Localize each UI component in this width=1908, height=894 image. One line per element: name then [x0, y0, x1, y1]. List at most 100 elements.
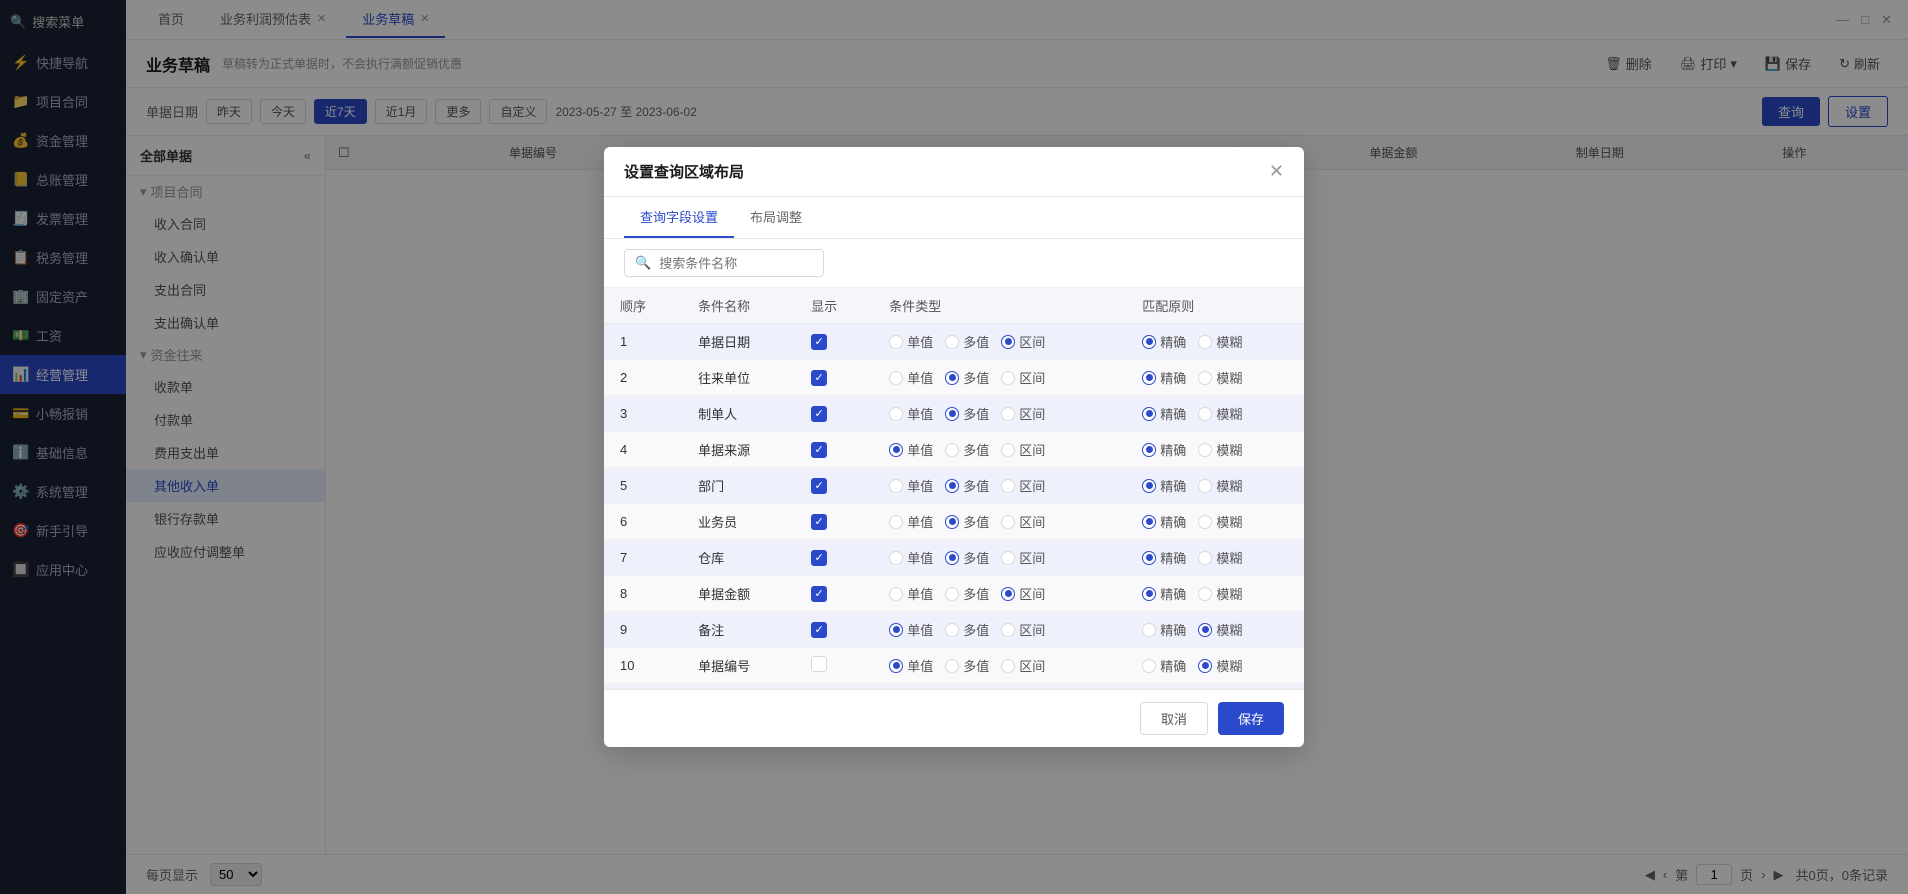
row-show-checkbox[interactable] [795, 576, 873, 612]
row-show-checkbox[interactable] [795, 432, 873, 468]
row-condition-name: 单据来源 [682, 432, 795, 468]
condition-radio-item[interactable]: 单值 [889, 476, 933, 495]
row-show-checkbox[interactable] [795, 396, 873, 432]
radio-circle [1142, 623, 1156, 637]
row-show-checkbox[interactable] [795, 540, 873, 576]
condition-radio-item[interactable]: 单值 [889, 620, 933, 639]
condition-radio-item[interactable]: 单值 [889, 512, 933, 531]
condition-radio-item[interactable]: 单值 [889, 440, 933, 459]
modal-tab-layout[interactable]: 布局调整 [734, 197, 818, 238]
radio-circle [945, 515, 959, 529]
radio-circle [945, 371, 959, 385]
condition-radio-item[interactable]: 单值 [889, 368, 933, 387]
radio-circle [1001, 515, 1015, 529]
condition-radio-item[interactable]: 区间 [1001, 368, 1045, 387]
match-radio-item[interactable]: 精确 [1142, 440, 1186, 459]
modal-tabs: 查询字段设置 布局调整 [604, 197, 1304, 239]
show-checkbox[interactable] [811, 334, 827, 350]
row-condition-name: 单据编号 [682, 648, 795, 684]
condition-radio-item[interactable]: 多值 [945, 440, 989, 459]
condition-radio-item[interactable]: 多值 [945, 656, 989, 675]
condition-radio-item[interactable]: 多值 [945, 584, 989, 603]
row-show-checkbox[interactable] [795, 612, 873, 648]
modal-close-button[interactable]: ✕ [1269, 161, 1284, 182]
row-condition-name: 备注 [682, 612, 795, 648]
show-checkbox[interactable] [811, 622, 827, 638]
row-match-principle: 精确模糊 [1126, 432, 1304, 468]
condition-radio-item[interactable]: 区间 [1001, 512, 1045, 531]
row-condition-type: 单值多值区间 [873, 576, 1126, 612]
match-radio-item[interactable]: 精确 [1142, 368, 1186, 387]
match-radio-item[interactable]: 模糊 [1198, 368, 1242, 387]
cancel-button[interactable]: 取消 [1140, 702, 1208, 735]
match-radio-item[interactable]: 精确 [1142, 620, 1186, 639]
row-show-checkbox[interactable] [795, 648, 873, 684]
show-checkbox[interactable] [811, 514, 827, 530]
radio-circle [1198, 587, 1212, 601]
match-radio-item[interactable]: 精确 [1142, 404, 1186, 423]
condition-radio-item[interactable]: 区间 [1001, 584, 1045, 603]
match-radio-item[interactable]: 模糊 [1198, 548, 1242, 567]
condition-radio-item[interactable]: 单值 [889, 404, 933, 423]
show-checkbox[interactable] [811, 442, 827, 458]
save-modal-button[interactable]: 保存 [1218, 702, 1284, 735]
match-radio-item[interactable]: 精确 [1142, 476, 1186, 495]
table-row: 6业务员单值多值区间精确模糊 [604, 504, 1304, 540]
match-radio-item[interactable]: 模糊 [1198, 512, 1242, 531]
condition-radio-item[interactable]: 多值 [945, 548, 989, 567]
show-checkbox[interactable] [811, 478, 827, 494]
condition-radio-item[interactable]: 单值 [889, 584, 933, 603]
row-match-principle: 精确模糊 [1126, 468, 1304, 504]
match-radio-item[interactable]: 模糊 [1198, 332, 1242, 351]
condition-radio-item[interactable]: 区间 [1001, 404, 1045, 423]
condition-radio-item[interactable]: 区间 [1001, 548, 1045, 567]
condition-radio-item[interactable]: 区间 [1001, 440, 1045, 459]
show-checkbox[interactable] [811, 550, 827, 566]
row-condition-type: 单值多值区间 [873, 360, 1126, 396]
match-radio-item[interactable]: 精确 [1142, 656, 1186, 675]
show-checkbox[interactable] [811, 370, 827, 386]
match-radio-item[interactable]: 精确 [1142, 584, 1186, 603]
condition-radio-item[interactable]: 多值 [945, 368, 989, 387]
match-radio-item[interactable]: 模糊 [1198, 440, 1242, 459]
match-radio-item[interactable]: 精确 [1142, 332, 1186, 351]
modal-search: 🔍 [604, 239, 1304, 288]
show-checkbox[interactable] [811, 656, 827, 672]
modal-tab-fields[interactable]: 查询字段设置 [624, 197, 734, 238]
row-show-checkbox[interactable] [795, 324, 873, 360]
match-radio-item[interactable]: 精确 [1142, 548, 1186, 567]
show-checkbox[interactable] [811, 586, 827, 602]
match-radio-item[interactable]: 模糊 [1198, 584, 1242, 603]
show-checkbox[interactable] [811, 406, 827, 422]
row-condition-name: 仓库 [682, 540, 795, 576]
search-input-wrap: 🔍 [624, 249, 824, 277]
condition-radio-item[interactable]: 区间 [1001, 620, 1045, 639]
radio-circle [945, 551, 959, 565]
modal-overlay: 设置查询区域布局 ✕ 查询字段设置 布局调整 🔍 顺序 [0, 0, 1908, 894]
condition-radio-item[interactable]: 区间 [1001, 476, 1045, 495]
row-show-checkbox[interactable] [795, 360, 873, 396]
radio-circle [945, 443, 959, 457]
match-radio-item[interactable]: 模糊 [1198, 656, 1242, 675]
condition-radio-item[interactable]: 单值 [889, 548, 933, 567]
condition-radio-item[interactable]: 多值 [945, 512, 989, 531]
condition-radio-item[interactable]: 多值 [945, 476, 989, 495]
match-radio-item[interactable]: 精确 [1142, 512, 1186, 531]
search-condition-input[interactable] [659, 256, 813, 271]
condition-radio-item[interactable]: 多值 [945, 404, 989, 423]
row-order: 7 [604, 540, 682, 576]
condition-radio-item[interactable]: 区间 [1001, 656, 1045, 675]
condition-radio-item[interactable]: 多值 [945, 620, 989, 639]
row-show-checkbox[interactable] [795, 504, 873, 540]
match-radio-item[interactable]: 模糊 [1198, 404, 1242, 423]
match-radio-item[interactable]: 模糊 [1198, 620, 1242, 639]
row-show-checkbox[interactable] [795, 468, 873, 504]
match-radio-item[interactable]: 模糊 [1198, 476, 1242, 495]
condition-radio-item[interactable]: 单值 [889, 656, 933, 675]
condition-radio-item[interactable]: 多值 [945, 332, 989, 351]
table-row: 3制单人单值多值区间精确模糊 [604, 396, 1304, 432]
condition-radio-item[interactable]: 区间 [1001, 332, 1045, 351]
radio-circle [889, 587, 903, 601]
condition-radio-item[interactable]: 单值 [889, 332, 933, 351]
radio-circle [1142, 371, 1156, 385]
